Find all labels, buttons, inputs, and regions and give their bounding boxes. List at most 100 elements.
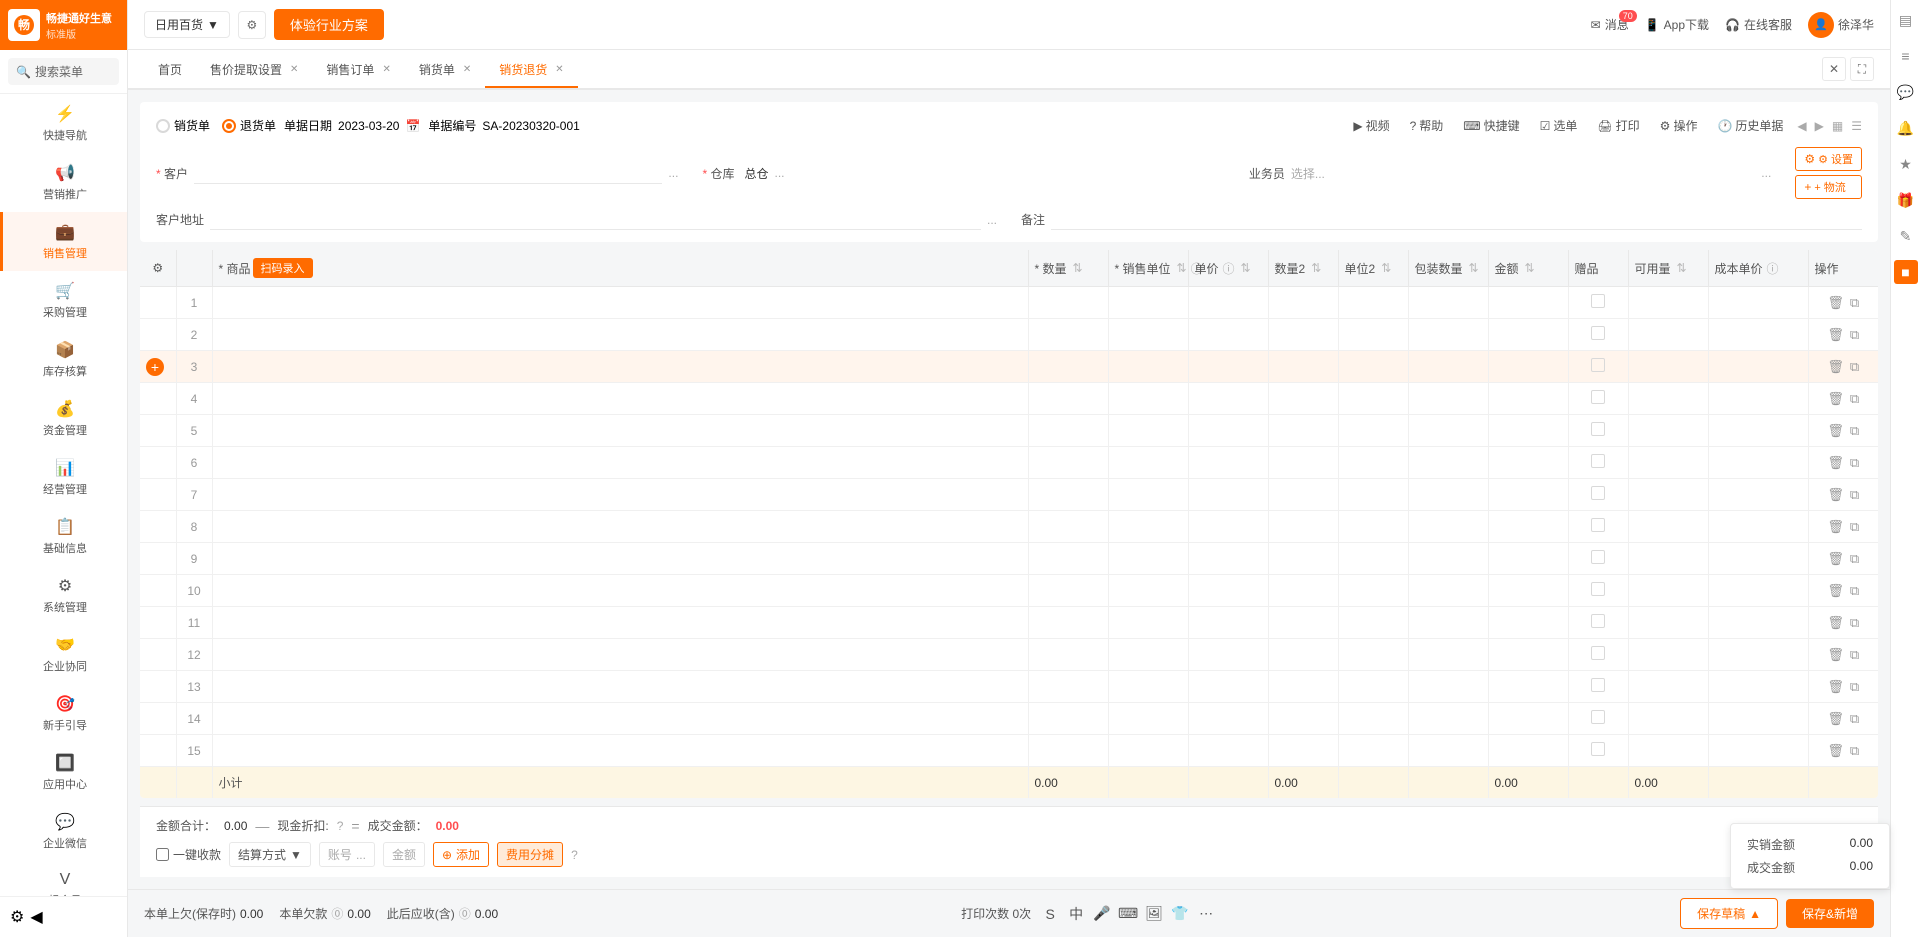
sidebar-item-newbie[interactable]: 🎯 新手引导 bbox=[0, 684, 127, 743]
settings-icon[interactable]: ⚙ bbox=[10, 907, 24, 927]
table-container[interactable]: ⚙ * 商品 扫码录入 * 数量 bbox=[140, 250, 1878, 798]
address-dots[interactable]: ... bbox=[987, 213, 997, 227]
calendar-icon[interactable]: 📅 bbox=[405, 119, 420, 133]
delete-row-icon[interactable]: 🗑 bbox=[1827, 359, 1844, 375]
keyboard2-icon[interactable]: ⌨ bbox=[1117, 903, 1139, 925]
row-4-gift-checkbox[interactable] bbox=[1591, 390, 1605, 404]
copy-row-icon[interactable]: ⧉ bbox=[1850, 711, 1859, 727]
row-15-gift-checkbox[interactable] bbox=[1591, 742, 1605, 756]
help-button[interactable]: ? 帮助 bbox=[1404, 114, 1450, 137]
copy-row-icon[interactable]: ⧉ bbox=[1850, 743, 1859, 759]
fee-help-icon[interactable]: ? bbox=[571, 848, 578, 862]
radio-return[interactable]: 退货单 bbox=[222, 117, 276, 134]
row-13-gift-checkbox[interactable] bbox=[1591, 678, 1605, 692]
toolbar-next-icon[interactable]: ▶ bbox=[1815, 119, 1824, 133]
copy-row-icon[interactable]: ⧉ bbox=[1850, 679, 1859, 695]
dot-icon[interactable]: ⋯ bbox=[1195, 903, 1217, 925]
add-logistics-button[interactable]: + + 物流 bbox=[1795, 175, 1862, 199]
staff-dots[interactable]: ... bbox=[1761, 166, 1771, 180]
sidebar-item-system[interactable]: ⚙ 系统管理 bbox=[0, 566, 127, 625]
tab-home[interactable]: 首页 bbox=[144, 53, 196, 88]
info-price-icon[interactable]: ⓘ bbox=[1223, 260, 1235, 277]
remark-input[interactable] bbox=[1051, 209, 1862, 230]
sidebar-item-inventory[interactable]: 📦 库存核算 bbox=[0, 330, 127, 389]
shirt-icon[interactable]: 👕 bbox=[1169, 903, 1191, 925]
copy-row-icon[interactable]: ⧉ bbox=[1850, 455, 1859, 471]
copy-row-icon[interactable]: ⧉ bbox=[1850, 519, 1859, 535]
mic-icon[interactable]: 🎤 bbox=[1091, 903, 1113, 925]
delete-row-icon[interactable]: 🗑 bbox=[1827, 551, 1844, 567]
zh-icon[interactable]: 中 bbox=[1065, 903, 1087, 925]
tab-close-bill[interactable]: ✕ bbox=[463, 64, 471, 75]
delete-row-icon[interactable]: 🗑 bbox=[1827, 295, 1844, 311]
sort-amount-icon[interactable]: ⇅ bbox=[1525, 261, 1535, 275]
img-icon[interactable]: 🖼 bbox=[1143, 903, 1165, 925]
row-10-gift-checkbox[interactable] bbox=[1591, 582, 1605, 596]
mini-edit-icon[interactable]: ✎ bbox=[1894, 224, 1918, 248]
sort-price-icon[interactable]: ⇅ bbox=[1241, 261, 1251, 275]
tab-close-return[interactable]: ✕ bbox=[555, 64, 563, 75]
operate-button[interactable]: ⚙ 操作 bbox=[1654, 114, 1704, 137]
sogou-icon[interactable]: S bbox=[1039, 903, 1061, 925]
copy-row-icon[interactable]: ⧉ bbox=[1850, 423, 1859, 439]
one-click-checkbox-input[interactable] bbox=[156, 848, 169, 861]
row-1-gift-checkbox[interactable] bbox=[1591, 294, 1605, 308]
search-menu-button[interactable]: 🔍 搜索菜单 bbox=[8, 58, 119, 85]
delete-row-icon[interactable]: 🗑 bbox=[1827, 583, 1844, 599]
sort-unit-icon[interactable]: ⇅ bbox=[1177, 261, 1187, 275]
online-service-button[interactable]: 🎧 在线客服 bbox=[1725, 16, 1792, 33]
row-3-gift-checkbox[interactable] bbox=[1591, 358, 1605, 372]
message-button[interactable]: ✉ 消息 70 bbox=[1591, 16, 1629, 33]
tab-sales-return[interactable]: 销货退货 ✕ bbox=[485, 53, 577, 88]
tab-sales-order[interactable]: 销售订单 ✕ bbox=[312, 53, 404, 88]
delete-row-icon[interactable]: 🗑 bbox=[1827, 647, 1844, 663]
sort-qty2-icon[interactable]: ⇅ bbox=[1311, 261, 1321, 275]
copy-row-icon[interactable]: ⧉ bbox=[1850, 487, 1859, 503]
copy-row-icon[interactable]: ⧉ bbox=[1850, 583, 1859, 599]
maximize-tab-button[interactable]: ⛶ bbox=[1850, 57, 1874, 81]
sidebar-item-operation[interactable]: 📊 经营管理 bbox=[0, 448, 127, 507]
delete-row-icon[interactable]: 🗑 bbox=[1827, 423, 1844, 439]
copy-row-icon[interactable]: ⧉ bbox=[1850, 615, 1859, 631]
add-payment-button[interactable]: ⊕ 添加 bbox=[433, 842, 489, 867]
copy-row-icon[interactable]: ⧉ bbox=[1850, 551, 1859, 567]
delete-row-icon[interactable]: 🗑 bbox=[1827, 327, 1844, 343]
sort-pkg-icon[interactable]: ⇅ bbox=[1469, 261, 1479, 275]
sidebar-item-member[interactable]: V 畅会员 bbox=[0, 861, 127, 896]
fee-split-button[interactable]: 费用分摊 bbox=[497, 842, 563, 867]
industry-select[interactable]: 日用百货 ▼ bbox=[144, 11, 230, 38]
mini-star-icon[interactable]: ★ bbox=[1894, 152, 1918, 176]
toolbar-list-icon[interactable]: ☰ bbox=[1851, 119, 1862, 133]
payment-amount-field[interactable]: 金额 bbox=[383, 842, 425, 867]
customer-input[interactable] bbox=[194, 163, 662, 184]
row-5-gift-checkbox[interactable] bbox=[1591, 422, 1605, 436]
mini-chat-icon[interactable]: 💬 bbox=[1894, 80, 1918, 104]
scan-button[interactable]: 扫码录入 bbox=[253, 258, 313, 278]
sidebar-item-sales[interactable]: 💼 销售管理 bbox=[0, 212, 127, 271]
row-7-gift-checkbox[interactable] bbox=[1591, 486, 1605, 500]
sidebar-item-appstore[interactable]: 🔲 应用中心 bbox=[0, 743, 127, 802]
copy-row-icon[interactable]: ⧉ bbox=[1850, 359, 1859, 375]
tab-close-order[interactable]: ✕ bbox=[382, 64, 390, 75]
copy-row-icon[interactable]: ⧉ bbox=[1850, 327, 1859, 343]
toolbar-grid-icon[interactable]: ▦ bbox=[1832, 119, 1843, 133]
user-menu-button[interactable]: 👤 徐泽华 bbox=[1808, 12, 1874, 38]
sidebar-item-shortcut[interactable]: ⚡ 快捷导航 bbox=[0, 94, 127, 153]
delete-row-icon[interactable]: 🗑 bbox=[1827, 711, 1844, 727]
copy-row-icon[interactable]: ⧉ bbox=[1850, 295, 1859, 311]
delete-row-icon[interactable]: 🗑 bbox=[1827, 487, 1844, 503]
app-download-button[interactable]: 📱 App下载 bbox=[1645, 16, 1709, 33]
sort-unit2-icon[interactable]: ⇅ bbox=[1381, 261, 1391, 275]
select-order-button[interactable]: ☑ 选单 bbox=[1534, 114, 1584, 137]
close-tab-button[interactable]: ✕ bbox=[1822, 57, 1846, 81]
row-9-gift-checkbox[interactable] bbox=[1591, 550, 1605, 564]
info-cost-icon[interactable]: ⓘ bbox=[1767, 260, 1779, 277]
delete-row-icon[interactable]: 🗑 bbox=[1827, 615, 1844, 631]
staff-select[interactable]: 选择... bbox=[1291, 165, 1755, 182]
form-settings-button[interactable]: ⚙ ⚙ 设置 bbox=[1795, 147, 1862, 171]
sidebar-item-purchase[interactable]: 🛒 采购管理 bbox=[0, 271, 127, 330]
mini-list-icon[interactable]: ≡ bbox=[1894, 44, 1918, 68]
warehouse-dots[interactable]: ... bbox=[774, 166, 784, 180]
shortcut-button[interactable]: ⌨ 快捷键 bbox=[1457, 114, 1525, 137]
mini-table-icon[interactable]: ▤ bbox=[1894, 8, 1918, 32]
